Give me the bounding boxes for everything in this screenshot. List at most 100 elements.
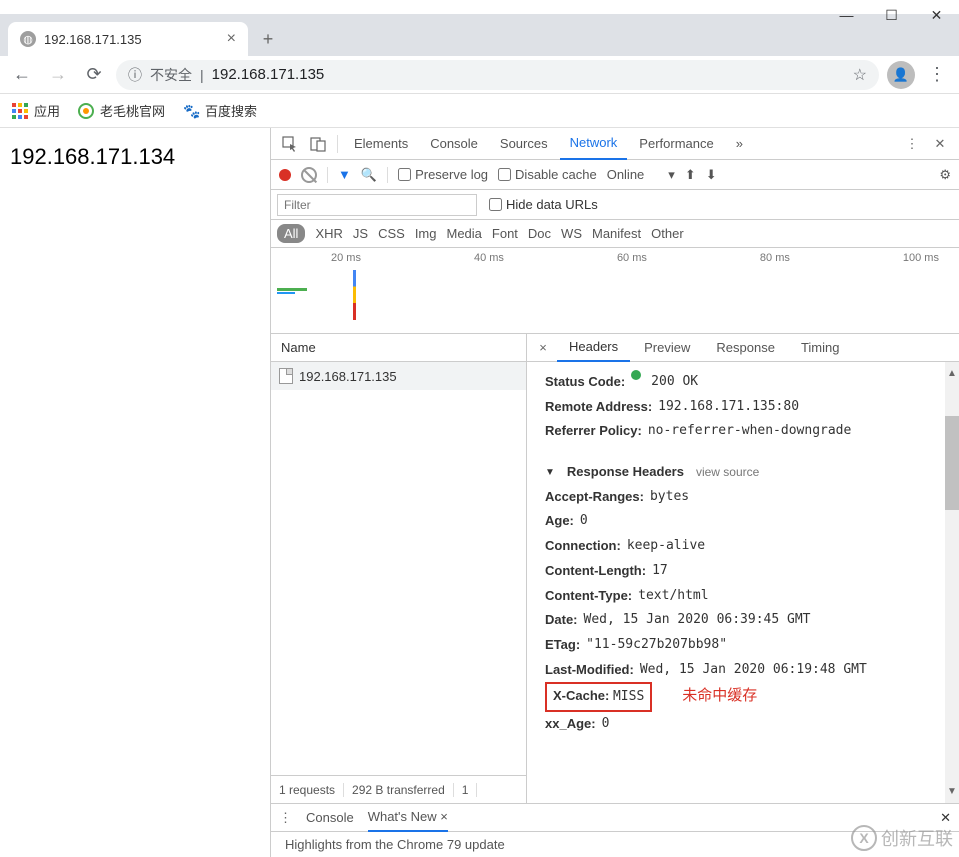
- address-bar[interactable]: ⓘ 不安全 | 192.168.171.135 ☆: [116, 60, 879, 90]
- close-detail-icon[interactable]: ×: [531, 340, 555, 355]
- download-icon[interactable]: ⬇: [706, 167, 717, 183]
- tab-console[interactable]: Console: [420, 128, 488, 160]
- drawer-tab-whatsnew[interactable]: What's New ×: [368, 804, 448, 832]
- hdr-last-modified-k: Last-Modified:: [545, 658, 634, 683]
- clear-button[interactable]: [301, 167, 317, 183]
- page-text: 192.168.171.134: [10, 144, 175, 169]
- timeline-bar-2: [277, 292, 295, 294]
- timeline-bar: [277, 288, 307, 291]
- new-tab-button[interactable]: +: [254, 25, 282, 53]
- hdr-date-v: Wed, 15 Jan 2020 06:39:45 GMT: [584, 608, 811, 633]
- type-doc[interactable]: Doc: [528, 226, 551, 241]
- detail-tabs: × Headers Preview Response Timing: [527, 334, 959, 362]
- hdr-age-v: 0: [580, 509, 588, 534]
- footer-extra: 1: [454, 783, 478, 797]
- view-source-link[interactable]: view source: [696, 461, 759, 484]
- drawer-menu-icon[interactable]: ⋮: [279, 810, 292, 826]
- lmt-label: 老毛桃官网: [100, 101, 165, 120]
- preserve-log-checkbox[interactable]: Preserve log: [398, 167, 488, 182]
- bookmark-star-icon[interactable]: ☆: [853, 65, 867, 85]
- lmt-bookmark[interactable]: 老毛桃官网: [78, 101, 165, 120]
- type-all[interactable]: All: [277, 224, 305, 243]
- type-xhr[interactable]: XHR: [315, 226, 342, 241]
- baidu-bookmark[interactable]: 🐾 百度搜索: [183, 101, 257, 120]
- network-split: Name 192.168.171.135 1 requests 292 B tr…: [271, 334, 959, 803]
- scroll-down-icon[interactable]: ▼: [947, 782, 957, 801]
- type-js[interactable]: JS: [353, 226, 368, 241]
- detail-tab-headers[interactable]: Headers: [557, 334, 630, 362]
- back-button[interactable]: ←: [8, 61, 36, 89]
- drawer-tab-console[interactable]: Console: [306, 804, 354, 832]
- status-code-value: 200 OK: [651, 370, 698, 395]
- tab-elements[interactable]: Elements: [344, 128, 418, 160]
- hdr-content-type-k: Content-Type:: [545, 584, 632, 609]
- network-toolbar: ▼ 🔍 Preserve log Disable cache Online▾ ⬆…: [271, 160, 959, 190]
- browser-tab[interactable]: ◍ 192.168.171.135 ×: [8, 22, 248, 56]
- footer-requests: 1 requests: [271, 783, 344, 797]
- request-row[interactable]: 192.168.171.135: [271, 362, 526, 390]
- tab-sources[interactable]: Sources: [490, 128, 558, 160]
- tick-80: 80 ms: [760, 252, 790, 264]
- status-code-label: Status Code:: [545, 370, 625, 395]
- device-toggle-icon[interactable]: [305, 131, 331, 157]
- filter-bar: Hide data URLs: [271, 190, 959, 220]
- close-button[interactable]: ✕: [914, 0, 959, 30]
- search-icon[interactable]: 🔍: [361, 167, 377, 183]
- drawer-close-icon[interactable]: ✕: [940, 810, 951, 826]
- type-ws[interactable]: WS: [561, 226, 582, 241]
- footer-transferred: 292 B transferred: [344, 783, 454, 797]
- type-media[interactable]: Media: [446, 226, 481, 241]
- type-img[interactable]: Img: [415, 226, 437, 241]
- tab-more[interactable]: »: [726, 128, 753, 160]
- type-manifest[interactable]: Manifest: [592, 226, 641, 241]
- browser-toolbar: ← → ⟳ ⓘ 不安全 | 192.168.171.135 ☆ 👤 ⋮: [0, 56, 959, 94]
- page-body: 192.168.171.134: [0, 128, 270, 857]
- minimize-button[interactable]: —: [824, 0, 869, 30]
- devtools-close-icon[interactable]: ✕: [927, 136, 953, 152]
- tab-network[interactable]: Network: [560, 128, 628, 160]
- tick-20: 20 ms: [331, 252, 361, 264]
- resource-type-filter: All XHR JS CSS Img Media Font Doc WS Man…: [271, 220, 959, 248]
- detail-tab-response[interactable]: Response: [704, 334, 787, 362]
- settings-gear-icon[interactable]: ⚙: [939, 167, 951, 183]
- forward-button[interactable]: →: [44, 61, 72, 89]
- type-other[interactable]: Other: [651, 226, 684, 241]
- scroll-up-icon[interactable]: ▲: [947, 364, 957, 383]
- throttling-select[interactable]: Online▾: [607, 167, 675, 183]
- tab-performance[interactable]: Performance: [629, 128, 723, 160]
- type-css[interactable]: CSS: [378, 226, 405, 241]
- maximize-button[interactable]: ☐: [869, 0, 914, 30]
- apps-bookmark[interactable]: 应用: [12, 101, 60, 120]
- request-list-header[interactable]: Name: [271, 334, 526, 362]
- network-timeline[interactable]: 20 ms 40 ms 60 ms 80 ms 100 ms: [271, 248, 959, 334]
- record-button[interactable]: [279, 169, 291, 181]
- upload-icon[interactable]: ⬆: [685, 167, 696, 183]
- referrer-label: Referrer Policy:: [545, 419, 642, 444]
- response-headers-section[interactable]: ▼ Response Headers view source: [545, 460, 945, 485]
- disable-cache-checkbox[interactable]: Disable cache: [498, 167, 597, 182]
- drawer-tab-close-icon[interactable]: ×: [440, 809, 448, 824]
- tab-close-icon[interactable]: ×: [227, 30, 236, 48]
- devtools-menu-icon[interactable]: ⋮: [899, 136, 925, 152]
- inspect-icon[interactable]: [277, 131, 303, 157]
- type-font[interactable]: Font: [492, 226, 518, 241]
- detail-tab-preview[interactable]: Preview: [632, 334, 702, 362]
- reload-button[interactable]: ⟳: [80, 61, 108, 89]
- kebab-menu-icon[interactable]: ⋮: [923, 61, 951, 89]
- hdr-xx-age-v: 0: [602, 712, 610, 737]
- x-cache-highlight: X-Cache: MISS: [545, 682, 652, 712]
- filter-toggle-icon[interactable]: ▼: [338, 167, 351, 182]
- hdr-content-length-v: 17: [652, 559, 668, 584]
- info-icon[interactable]: ⓘ: [128, 65, 142, 85]
- filter-input[interactable]: [277, 194, 477, 216]
- tab-title: 192.168.171.135: [44, 32, 227, 47]
- hide-data-urls-checkbox[interactable]: Hide data URLs: [489, 197, 598, 212]
- watermark: X 创新互联: [851, 825, 953, 851]
- detail-body[interactable]: ▲ ▼ Status Code: 200 OK ← Remote Address…: [527, 362, 959, 803]
- devtools-panel: Elements Console Sources Network Perform…: [270, 128, 959, 857]
- scrollbar-thumb[interactable]: [945, 416, 959, 510]
- profile-avatar[interactable]: 👤: [887, 61, 915, 89]
- hdr-x-cache-k: X-Cache:: [553, 688, 609, 703]
- hdr-age-k: Age:: [545, 509, 574, 534]
- detail-tab-timing[interactable]: Timing: [789, 334, 852, 362]
